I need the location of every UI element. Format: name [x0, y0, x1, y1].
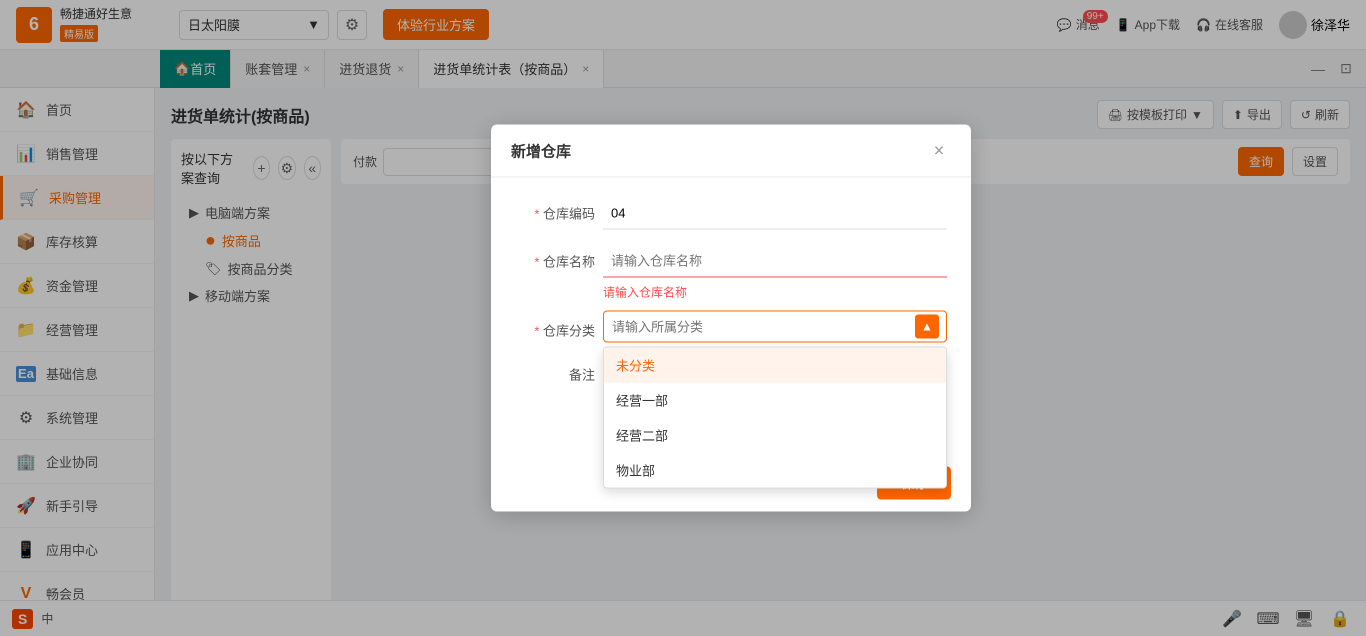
category-form-row: 仓库分类 ▲ 未分类 经营一部 经营二部 物业部 [515, 311, 947, 343]
name-form-row: 仓库名称 [515, 246, 947, 278]
modal-header: 新增仓库 × [491, 125, 971, 178]
category-dropdown-arrow[interactable]: ▲ [915, 315, 939, 339]
category-input[interactable] [603, 311, 947, 343]
dropdown-item-dept2[interactable]: 经营二部 [604, 418, 946, 453]
modal-body: 仓库编码 仓库名称 请输入仓库名称 仓库分类 ▲ 未分类 经营一部 经营二部 物… [491, 178, 971, 455]
new-warehouse-modal: 新增仓库 × 仓库编码 仓库名称 请输入仓库名称 仓库分类 ▲ 未分类 经营一部 [491, 125, 971, 512]
dropdown-item-dept3[interactable]: 物业部 [604, 453, 946, 488]
name-label: 仓库名称 [515, 246, 595, 271]
code-form-row: 仓库编码 [515, 198, 947, 230]
dropdown-item-uncategorized[interactable]: 未分类 [604, 348, 946, 383]
modal-close-button[interactable]: × [927, 139, 951, 163]
code-label: 仓库编码 [515, 198, 595, 223]
name-input[interactable] [603, 246, 947, 278]
category-dropdown: 未分类 经营一部 经营二部 物业部 [603, 347, 947, 489]
code-input[interactable] [603, 198, 947, 230]
category-select-wrapper: ▲ 未分类 经营一部 经营二部 物业部 [603, 311, 947, 343]
dropdown-item-dept1[interactable]: 经营一部 [604, 383, 946, 418]
modal-title: 新增仓库 [511, 140, 571, 161]
note-label: 备注 [515, 359, 595, 384]
name-error-message: 请输入仓库名称 [515, 284, 947, 301]
category-label: 仓库分类 [515, 314, 595, 339]
